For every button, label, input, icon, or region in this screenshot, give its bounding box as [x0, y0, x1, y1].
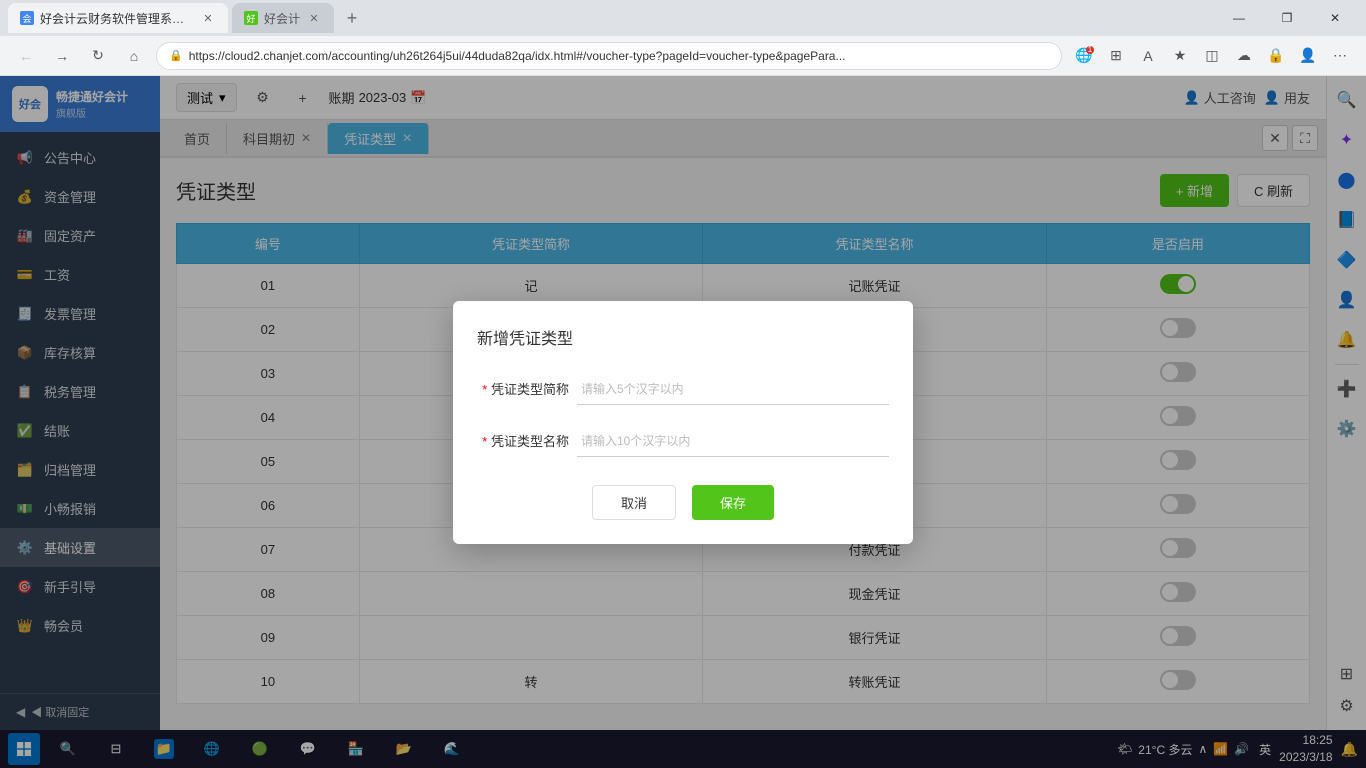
home-button[interactable]: ⌂: [120, 42, 148, 70]
form-row-abbr: * 凭证类型简称: [477, 373, 889, 405]
new-tab-button[interactable]: +: [338, 4, 366, 32]
tab-label-2: 好会计: [264, 10, 300, 27]
notification-dot: 1: [1086, 46, 1094, 54]
tab-favicon-1: 会: [20, 11, 34, 25]
tab-close-1[interactable]: ✕: [200, 10, 216, 26]
close-window-button[interactable]: ✕: [1312, 3, 1358, 33]
modal-title: 新增凭证类型: [477, 325, 889, 349]
tab-favicon-2: 好: [244, 11, 258, 25]
modal-overlay: 新增凭证类型 * 凭证类型简称 * 凭证类型名称 取消 保存: [0, 76, 1366, 768]
reload-button[interactable]: ↻: [84, 42, 112, 70]
profile-icon[interactable]: 👤: [1294, 42, 1322, 70]
extension-icon-2[interactable]: ⊞: [1102, 42, 1130, 70]
save-button[interactable]: 保存: [692, 485, 774, 520]
required-star-abbr: *: [482, 382, 487, 397]
abbr-label-text: 凭证类型简称: [491, 382, 569, 397]
extension-icon-4[interactable]: ★: [1166, 42, 1194, 70]
security-icon: 🔒: [169, 49, 183, 62]
abbr-label: * 凭证类型简称: [477, 379, 577, 398]
name-input[interactable]: [577, 425, 889, 457]
tab-bar: 会 好会计云财务软件管理系统_会计 ✕ 好 好会计 ✕ + — ❐ ✕: [0, 0, 1366, 36]
abbr-input[interactable]: [577, 373, 889, 405]
window-controls: — ❐ ✕: [1216, 3, 1358, 33]
tab-label-1: 好会计云财务软件管理系统_会计: [40, 10, 194, 27]
browser-tab-2[interactable]: 好 好会计 ✕: [232, 3, 334, 33]
extension-icon-1[interactable]: 🌐 1: [1070, 42, 1098, 70]
new-voucher-modal: 新增凭证类型 * 凭证类型简称 * 凭证类型名称 取消 保存: [453, 301, 913, 544]
form-row-name: * 凭证类型名称: [477, 425, 889, 457]
extension-icon-5[interactable]: ◫: [1198, 42, 1226, 70]
maximize-button[interactable]: ❐: [1264, 3, 1310, 33]
name-label-text: 凭证类型名称: [491, 434, 569, 449]
tab-close-2[interactable]: ✕: [306, 10, 322, 26]
browser-toolbar: 🌐 1 ⊞ A ★ ◫ ☁ 🔒 👤 ⋯: [1070, 42, 1354, 70]
minimize-button[interactable]: —: [1216, 3, 1262, 33]
menu-icon[interactable]: ⋯: [1326, 42, 1354, 70]
required-star-name: *: [482, 434, 487, 449]
extension-icon-6[interactable]: ☁: [1230, 42, 1258, 70]
url-text: https://cloud2.chanjet.com/accounting/uh…: [189, 49, 846, 63]
name-label: * 凭证类型名称: [477, 431, 577, 450]
extension-icon-7[interactable]: 🔒: [1262, 42, 1290, 70]
address-bar: ← → ↻ ⌂ 🔒 https://cloud2.chanjet.com/acc…: [0, 36, 1366, 76]
extension-icon-3[interactable]: A: [1134, 42, 1162, 70]
back-button[interactable]: ←: [12, 42, 40, 70]
forward-button[interactable]: →: [48, 42, 76, 70]
address-input[interactable]: 🔒 https://cloud2.chanjet.com/accounting/…: [156, 42, 1062, 70]
modal-footer: 取消 保存: [477, 485, 889, 520]
browser-chrome: 会 好会计云财务软件管理系统_会计 ✕ 好 好会计 ✕ + — ❐ ✕ ← → …: [0, 0, 1366, 76]
cancel-button[interactable]: 取消: [592, 485, 676, 520]
browser-tab-active[interactable]: 会 好会计云财务软件管理系统_会计 ✕: [8, 3, 228, 33]
